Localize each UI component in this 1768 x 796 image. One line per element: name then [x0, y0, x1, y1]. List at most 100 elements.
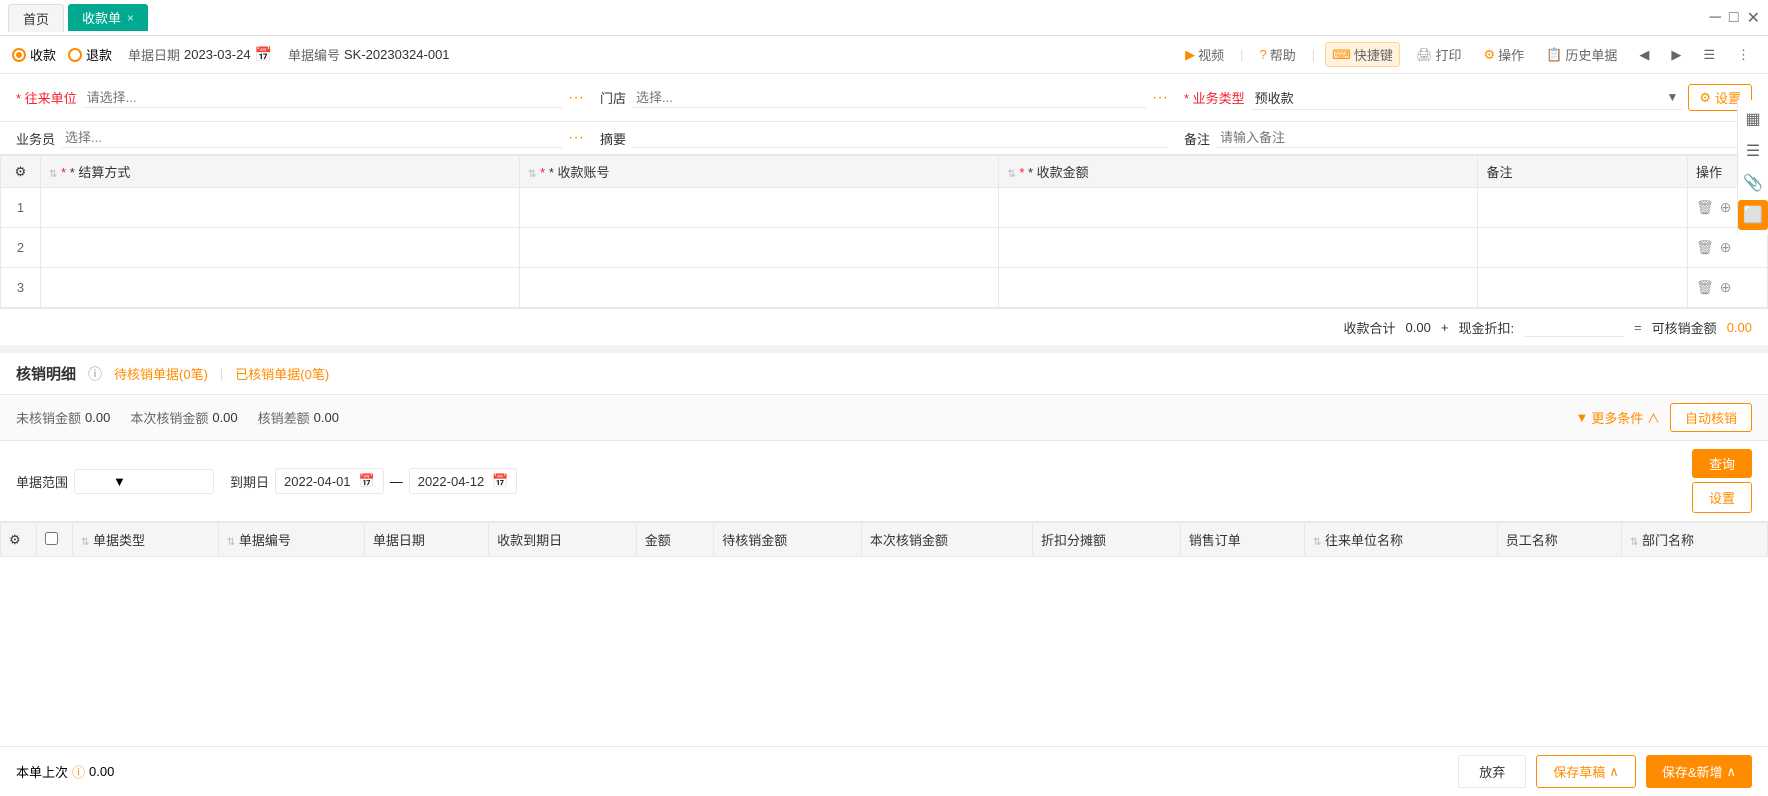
auto-hexiao-button[interactable]: 自动核销: [1670, 403, 1752, 432]
remark-2[interactable]: [1478, 228, 1688, 268]
select-all-checkbox[interactable]: [45, 532, 58, 545]
staff-more-icon[interactable]: ···: [568, 130, 584, 146]
video-button[interactable]: ▶ 视频: [1179, 43, 1230, 66]
table-gear-header[interactable]: ⚙: [1, 156, 41, 188]
radio-collect-dot: [12, 48, 26, 62]
range-select[interactable]: ▼: [74, 469, 214, 494]
due-date-to[interactable]: 2022-04-12 📅: [409, 468, 518, 494]
delete-row-2-icon[interactable]: 🗑: [1696, 239, 1714, 256]
settlement-method-2[interactable]: [41, 228, 520, 268]
next-icon[interactable]: ▶: [1665, 45, 1687, 65]
store-more-icon[interactable]: ···: [1152, 90, 1168, 106]
calendar-icon[interactable]: 📅: [255, 46, 272, 63]
dept-name-header: ⇅ 部门名称: [1622, 523, 1768, 557]
toolbar-actions: ▶ 视频 | ? 帮助 | ⌨ 快捷键 🖨 打印 ⚙ 操作 📋: [1179, 42, 1756, 67]
copy-row-3-icon[interactable]: ⊕: [1720, 279, 1732, 296]
store-input[interactable]: [632, 88, 1146, 108]
remark-field: 备注: [1184, 128, 1752, 148]
footer-buttons: 放弃 保存草稿 ∧ 保存&新增 ∧: [1458, 755, 1752, 788]
staff-field: 业务员 ···: [16, 128, 584, 148]
summary-row: 收款合计 0.00 + 现金折扣: = 可核销金额 0.00: [0, 308, 1768, 345]
counterparty-input[interactable]: [83, 88, 562, 108]
window-close-icon[interactable]: ✕: [1747, 8, 1760, 28]
active-tab[interactable]: 收款单 ×: [68, 4, 148, 31]
actions-3: 🗑 ⊕: [1688, 268, 1768, 308]
window-controls: ─ □ ✕: [1710, 8, 1760, 28]
counterparty-name-header: ⇅ 往来单位名称: [1304, 523, 1497, 557]
radio-refund[interactable]: 退款: [68, 45, 112, 64]
checkbox-col-header: [37, 523, 73, 557]
radio-collect[interactable]: 收款: [12, 45, 56, 64]
shortcut-button[interactable]: ⌨ 快捷键: [1325, 42, 1400, 67]
prev-icon[interactable]: ◀: [1633, 45, 1655, 65]
business-type-field: * 业务类型 预收款 ▼ ⚙ ⚙ 设置 设置: [1184, 84, 1752, 111]
counterparty-more-icon[interactable]: ···: [568, 90, 584, 106]
pending-amount-header: 待核销金额: [714, 523, 862, 557]
receipt-amount-header: ⇅ * * 收款金额: [999, 156, 1478, 188]
layout-icon[interactable]: ☰: [1697, 45, 1721, 65]
receipt-amount-3[interactable]: [999, 268, 1478, 308]
operation-button[interactable]: ⚙ 操作: [1477, 43, 1530, 66]
copy-row-2-icon[interactable]: ⊕: [1720, 239, 1732, 256]
right-panel-table-icon[interactable]: ▦: [1738, 104, 1768, 134]
copy-row-1-icon[interactable]: ⊕: [1720, 199, 1732, 216]
query-button[interactable]: 查询: [1692, 449, 1752, 478]
footer-info-icon[interactable]: ⓘ: [72, 762, 85, 781]
print-button[interactable]: 🖨 打印: [1410, 43, 1468, 66]
close-tab-icon[interactable]: ×: [127, 11, 134, 25]
save-new-button[interactable]: 保存&新增 ∧: [1646, 755, 1752, 788]
remark-input[interactable]: [1216, 128, 1752, 148]
pending-tab[interactable]: 待核销单据(0笔): [114, 364, 208, 383]
right-panel: ▦ ☰ 📎 ⬜: [1737, 100, 1768, 234]
history-button[interactable]: 📋 历史单据: [1540, 43, 1623, 66]
more-conditions-btn[interactable]: ▼ 更多条件 ∧: [1575, 408, 1660, 427]
hexiao-stats: 未核销金额 0.00 本次核销金额 0.00 核销差额 0.00 ▼ 更多条件 …: [0, 395, 1768, 441]
completed-tab[interactable]: 已核销单据(0笔): [235, 364, 329, 383]
staff-input[interactable]: [61, 128, 562, 148]
menu-icon[interactable]: ⋮: [1731, 45, 1756, 65]
summary-input[interactable]: [632, 128, 1168, 148]
discount-input[interactable]: [1524, 317, 1624, 337]
save-draft-button[interactable]: 保存草稿 ∧: [1536, 755, 1636, 788]
counterparty-field: * 往来单位 ···: [16, 84, 584, 111]
delete-row-3-icon[interactable]: 🗑: [1696, 279, 1714, 296]
hexiao-table-area: ⚙ ⇅ 单据类型 ⇅ 单据编号: [0, 522, 1768, 557]
remark-1[interactable]: [1478, 188, 1688, 228]
due-date-from[interactable]: 2022-04-01 📅: [275, 468, 384, 494]
abandon-button[interactable]: 放弃: [1458, 755, 1526, 788]
settlement-method-3[interactable]: [41, 268, 520, 308]
receipt-due-date-header: 收款到期日: [489, 523, 637, 557]
receipt-account-2[interactable]: [520, 228, 999, 268]
business-type-select[interactable]: 预收款 ▼: [1251, 86, 1683, 110]
settlement-method-1[interactable]: [41, 188, 520, 228]
due-date-filter: 到期日 2022-04-01 📅 — 2022-04-12 📅: [230, 468, 517, 494]
window-min-icon[interactable]: ─: [1710, 9, 1721, 27]
receipt-account-header: ⇅ * * 收款账号: [520, 156, 999, 188]
row-number-3: 3: [1, 268, 41, 308]
right-panel-list-icon[interactable]: ☰: [1738, 136, 1768, 166]
form-fields-row1: * 往来单位 ··· 门店 ··· * 业务类型 预收款 ▼ ⚙ ⚙ 设置 设置: [0, 74, 1768, 122]
delete-row-1-icon[interactable]: 🗑: [1696, 199, 1714, 216]
remark-3[interactable]: [1478, 268, 1688, 308]
hexiao-info-icon[interactable]: ⓘ: [88, 364, 102, 384]
gear-col-header[interactable]: ⚙: [1, 523, 37, 557]
receipt-account-1[interactable]: [520, 188, 999, 228]
receipt-amount-2[interactable]: [999, 228, 1478, 268]
settlement-method-header: ⇅ * * 结算方式: [41, 156, 520, 188]
range-filter: 单据范围 ▼: [16, 469, 214, 494]
receipt-account-3[interactable]: [520, 268, 999, 308]
filter-set-button[interactable]: 设置: [1692, 482, 1752, 513]
help-button[interactable]: ? 帮助: [1254, 43, 1302, 66]
row-number-1: 1: [1, 188, 41, 228]
sale-order-header: 销售订单: [1180, 523, 1304, 557]
window-max-icon[interactable]: □: [1729, 9, 1739, 27]
right-panel-scan-icon[interactable]: ⬜: [1738, 200, 1768, 230]
receipt-refund-toggle: 收款 退款: [12, 45, 112, 64]
home-tab[interactable]: 首页: [8, 4, 64, 32]
receipt-amount-1[interactable]: [999, 188, 1478, 228]
radio-refund-dot: [68, 48, 82, 62]
amount-header: 金额: [636, 523, 713, 557]
summary-field: 摘要: [600, 128, 1168, 148]
discount-amount-header: 折扣分摊额: [1033, 523, 1181, 557]
right-panel-clip-icon[interactable]: 📎: [1738, 168, 1768, 198]
